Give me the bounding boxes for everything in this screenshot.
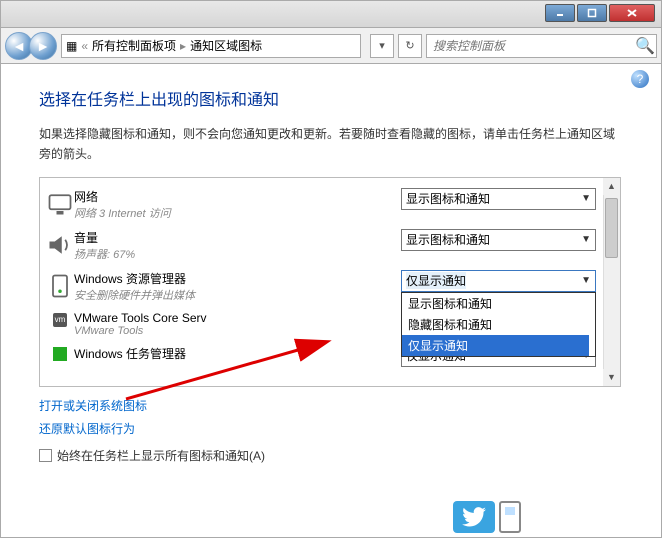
item-name: 音量 — [74, 229, 234, 246]
list-item-volume: 音量 扬声器: 67% 显示图标和通知 ▼ — [46, 225, 602, 266]
scroll-thumb[interactable] — [605, 198, 618, 258]
window-titlebar — [0, 0, 662, 28]
item-name: Windows 任务管理器 — [74, 345, 234, 362]
item-name: Windows 资源管理器 — [74, 270, 234, 287]
chevron-right-icon: ▸ — [180, 39, 186, 53]
content-pane: ? 选择在任务栏上出现的图标和通知 如果选择隐藏图标和通知，则不会向您通知更改和… — [0, 64, 662, 538]
link-system-icons[interactable]: 打开或关闭系统图标 — [39, 397, 651, 414]
dropdown-list: 显示图标和通知 隐藏图标和通知 仅显示通知 — [401, 292, 596, 357]
control-panel-icon: ▦ — [66, 39, 77, 53]
help-icon[interactable]: ? — [631, 70, 649, 88]
list-item-network: 网络 网络 3 Internet 访问 显示图标和通知 ▼ — [46, 184, 602, 225]
search-icon[interactable]: 🔍 — [634, 36, 656, 56]
dropdown-option-selected[interactable]: 仅显示通知 — [402, 335, 589, 356]
breadcrumb[interactable]: ▦ « 所有控制面板项 ▸ 通知区域图标 — [61, 34, 361, 58]
behavior-select-network[interactable]: 显示图标和通知 ▼ — [401, 188, 596, 210]
chevron-down-icon: ▼ — [581, 275, 591, 286]
address-bar-row: ◄ ► ▦ « 所有控制面板项 ▸ 通知区域图标 ▾ ↻ 🔍 — [0, 28, 662, 64]
checkbox-label: 始终在任务栏上显示所有图标和通知(A) — [57, 447, 265, 464]
taskmgr-icon — [46, 345, 74, 361]
minimize-button[interactable] — [545, 4, 575, 22]
scroll-down-button[interactable]: ▼ — [603, 369, 620, 386]
chevron-down-icon: ▼ — [581, 193, 591, 204]
vmware-icon: vm — [46, 311, 74, 327]
search-box[interactable]: 🔍 — [426, 34, 657, 58]
network-icon — [46, 188, 74, 221]
usb-eject-icon — [46, 270, 74, 303]
chevron-down-icon: ▼ — [581, 234, 591, 245]
refresh-button[interactable]: ↻ — [398, 34, 422, 58]
list-item-explorer: Windows 资源管理器 安全删除硬件并弹出媒体 仅显示通知 ▼ 显示图标和通… — [46, 266, 602, 307]
maximize-button[interactable] — [577, 4, 607, 22]
behavior-select-volume[interactable]: 显示图标和通知 ▼ — [401, 229, 596, 251]
crumb-root[interactable]: 所有控制面板项 — [92, 37, 176, 54]
page-description: 如果选择隐藏图标和通知，则不会向您通知更改和更新。若要随时查看隐藏的图标，请单击… — [39, 124, 621, 165]
speaker-icon — [46, 229, 74, 262]
twitter-icon — [453, 501, 495, 533]
dropdown-option[interactable]: 隐藏图标和通知 — [402, 314, 595, 335]
checkbox[interactable] — [39, 449, 52, 462]
item-sub: 安全删除硬件并弹出媒体 — [74, 287, 234, 303]
dropdown-option[interactable]: 显示图标和通知 — [402, 293, 595, 314]
monitor-icon — [499, 501, 521, 533]
icon-list: ▲ ▼ 网络 网络 3 Internet 访问 显示图标和通知 ▼ — [39, 177, 621, 387]
forward-button[interactable]: ► — [29, 32, 57, 60]
behavior-select-explorer[interactable]: 仅显示通知 ▼ 显示图标和通知 隐藏图标和通知 仅显示通知 — [401, 270, 596, 292]
search-input[interactable] — [427, 39, 634, 53]
link-restore-defaults[interactable]: 还原默认图标行为 — [39, 420, 651, 437]
close-button[interactable] — [609, 4, 655, 22]
scrollbar[interactable]: ▲ ▼ — [603, 178, 620, 386]
item-name: 网络 — [74, 188, 234, 205]
page-title: 选择在任务栏上出现的图标和通知 — [39, 86, 651, 110]
scroll-up-button[interactable]: ▲ — [603, 178, 620, 195]
dropdown-arrow[interactable]: ▾ — [370, 34, 394, 58]
item-sub: 网络 3 Internet 访问 — [74, 205, 234, 221]
item-sub: VMware Tools — [74, 325, 234, 337]
watermark — [453, 501, 521, 533]
item-name: VMware Tools Core Serv — [74, 311, 234, 325]
crumb-current[interactable]: 通知区域图标 — [190, 37, 262, 54]
item-sub: 扬声器: 67% — [74, 246, 234, 262]
always-show-checkbox-row[interactable]: 始终在任务栏上显示所有图标和通知(A) — [39, 447, 651, 464]
